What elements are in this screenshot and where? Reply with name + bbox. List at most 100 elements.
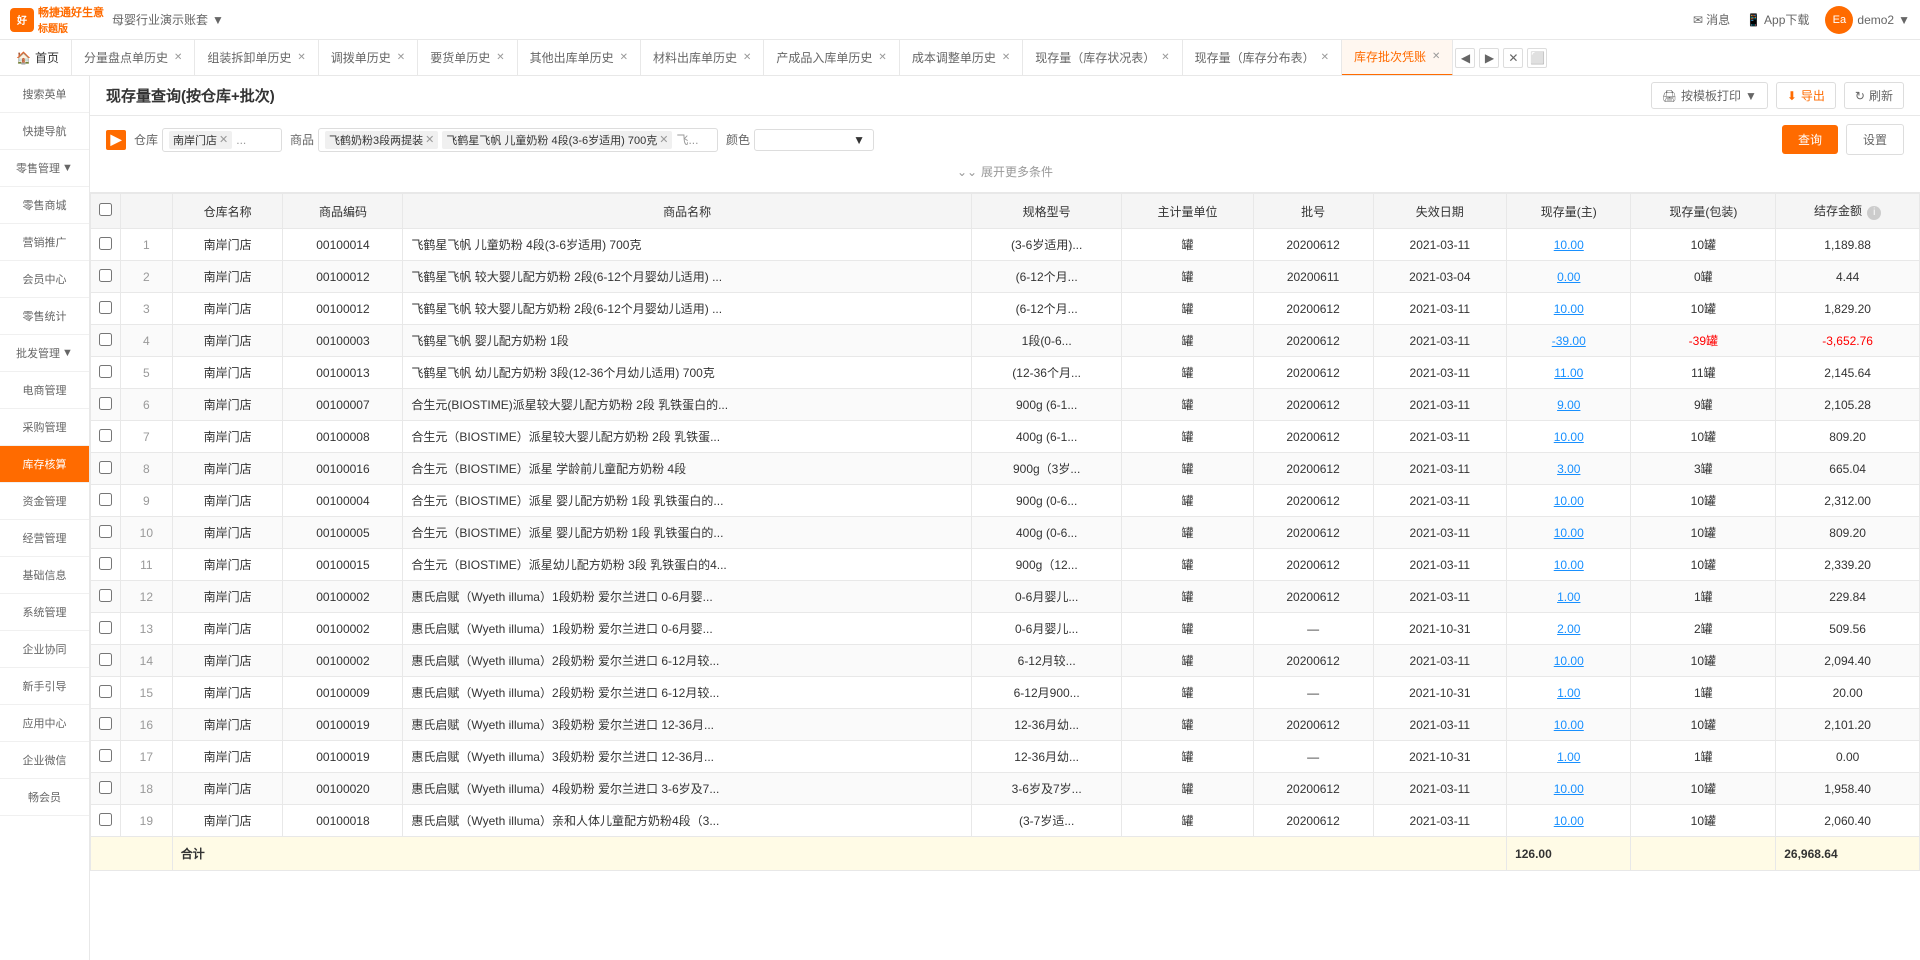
btn-query[interactable]: 查询 xyxy=(1782,125,1838,154)
cell-checkbox[interactable] xyxy=(91,325,121,357)
cell-stock-main[interactable]: 2.00 xyxy=(1507,613,1631,645)
sidebar-item-retail[interactable]: 零售管理 ▼ xyxy=(0,150,89,187)
sidebar-item-enterprise[interactable]: 企业协同 xyxy=(0,631,89,668)
tab-close-inventory-status[interactable]: ✕ xyxy=(1161,52,1169,63)
cell-stock-main[interactable]: 0.00 xyxy=(1507,261,1631,293)
tab-batch-voucher[interactable]: 库存批次凭账 ✕ xyxy=(1342,40,1453,76)
tab-home[interactable]: 🏠 首页 xyxy=(4,40,72,76)
cell-stock-main[interactable]: -39.00 xyxy=(1507,325,1631,357)
cell-checkbox[interactable] xyxy=(91,581,121,613)
tab-close-inventory-dist[interactable]: ✕ xyxy=(1321,52,1329,63)
sidebar-item-quick-nav[interactable]: 快捷导航 xyxy=(0,113,89,150)
tab-diao-bo[interactable]: 调拨单历史 ✕ xyxy=(319,40,418,76)
cell-stock-main[interactable]: 10.00 xyxy=(1507,645,1631,677)
sidebar-item-search[interactable]: 搜索英单 xyxy=(0,76,89,113)
btn-export[interactable]: ⬇ 导出 xyxy=(1776,82,1836,109)
sidebar-item-inventory[interactable]: 库存核算 xyxy=(0,446,89,483)
cell-stock-main[interactable]: 10.00 xyxy=(1507,549,1631,581)
cell-checkbox[interactable] xyxy=(91,613,121,645)
tab-cost-adjust[interactable]: 成本调整单历史 ✕ xyxy=(900,40,1023,76)
cell-checkbox[interactable] xyxy=(91,709,121,741)
app-download-link[interactable]: 📱 App下载 xyxy=(1746,11,1809,28)
tab-close-material-out[interactable]: ✕ xyxy=(743,52,751,63)
expand-more-conditions-btn[interactable]: ⌄⌄ 展开更多条件 xyxy=(957,159,1053,184)
tab-yao-huo[interactable]: 要货单历史 ✕ xyxy=(418,40,517,76)
filter-product-more[interactable]: 飞... xyxy=(676,131,698,148)
cell-checkbox[interactable] xyxy=(91,517,121,549)
tab-close-zu-zhuang[interactable]: ✕ xyxy=(297,52,305,63)
tab-other-out[interactable]: 其他出库单历史 ✕ xyxy=(518,40,641,76)
filter-warehouse-input[interactable]: 南岸门店 ✕ ... xyxy=(162,128,282,152)
cell-checkbox[interactable] xyxy=(91,293,121,325)
th-checkbox[interactable] xyxy=(91,194,121,229)
btn-settings[interactable]: 设置 xyxy=(1846,124,1904,155)
sidebar-item-enterprise-wechat[interactable]: 企业微信 xyxy=(0,742,89,779)
cell-stock-main[interactable]: 9.00 xyxy=(1507,389,1631,421)
closing-amount-info-icon[interactable]: i xyxy=(1867,206,1881,220)
cell-stock-main[interactable]: 11.00 xyxy=(1507,357,1631,389)
cell-stock-main[interactable]: 10.00 xyxy=(1507,229,1631,261)
cell-checkbox[interactable] xyxy=(91,741,121,773)
tab-zu-zhuang[interactable]: 组装拆卸单历史 ✕ xyxy=(195,40,318,76)
sidebar-item-system[interactable]: 系统管理 xyxy=(0,594,89,631)
tab-close-cost-adjust[interactable]: ✕ xyxy=(1002,52,1010,63)
cell-checkbox[interactable] xyxy=(91,261,121,293)
tab-close-yao-huo[interactable]: ✕ xyxy=(496,52,504,63)
sidebar-item-ops[interactable]: 经营管理 xyxy=(0,520,89,557)
tab-close-all[interactable]: ✕ xyxy=(1503,48,1523,68)
cell-stock-main[interactable]: 3.00 xyxy=(1507,453,1631,485)
tab-inventory-status[interactable]: 现存量（库存状况表） ✕ xyxy=(1023,40,1182,76)
select-all-checkbox[interactable] xyxy=(99,203,112,216)
btn-template-print[interactable]: 🖨 按模板打印 ▼ xyxy=(1651,82,1768,109)
cell-stock-main[interactable]: 10.00 xyxy=(1507,773,1631,805)
tab-maximize[interactable]: ⬜ xyxy=(1527,48,1547,68)
filter-warehouse-more[interactable]: ... xyxy=(236,133,246,147)
tab-nav-next[interactable]: ▶ xyxy=(1479,48,1499,68)
cell-checkbox[interactable] xyxy=(91,389,121,421)
filter-expand-btn[interactable]: ▶ xyxy=(106,130,126,150)
sidebar-item-app-center[interactable]: 应用中心 xyxy=(0,705,89,742)
tab-inventory-dist[interactable]: 现存量（库存分布表） ✕ xyxy=(1183,40,1342,76)
tab-product-in[interactable]: 产成品入库单历史 ✕ xyxy=(764,40,899,76)
sidebar-item-member[interactable]: 会员中心 xyxy=(0,261,89,298)
sidebar-item-newbie[interactable]: 新手引导 xyxy=(0,668,89,705)
filter-tag-close-product2[interactable]: ✕ xyxy=(659,133,668,146)
sidebar-item-member2[interactable]: 畅会员 xyxy=(0,779,89,816)
filter-color-select[interactable]: ▼ xyxy=(754,129,874,151)
cell-checkbox[interactable] xyxy=(91,453,121,485)
filter-tag-close-product1[interactable]: ✕ xyxy=(425,133,434,146)
tab-close-batch-voucher[interactable]: ✕ xyxy=(1432,51,1440,62)
sidebar-item-retail-store[interactable]: 零售商城 xyxy=(0,187,89,224)
cell-stock-main[interactable]: 10.00 xyxy=(1507,485,1631,517)
sidebar-item-marketing[interactable]: 营销推广 xyxy=(0,224,89,261)
sidebar-item-basic[interactable]: 基础信息 xyxy=(0,557,89,594)
filter-tag-close-nanang[interactable]: ✕ xyxy=(219,133,228,146)
messages-link[interactable]: ✉ 消息 xyxy=(1693,11,1730,28)
cell-stock-main[interactable]: 10.00 xyxy=(1507,709,1631,741)
cell-checkbox[interactable] xyxy=(91,645,121,677)
tab-fen-pan[interactable]: 分量盘点单历史 ✕ xyxy=(72,40,195,76)
tab-close-product-in[interactable]: ✕ xyxy=(878,52,886,63)
user-area[interactable]: Ea demo2 ▼ xyxy=(1825,6,1910,34)
tab-close-fen-pan[interactable]: ✕ xyxy=(174,52,182,63)
tab-nav-prev[interactable]: ◀ xyxy=(1455,48,1475,68)
sidebar-item-purchase[interactable]: 采购管理 xyxy=(0,409,89,446)
sidebar-item-ecom[interactable]: 电商管理 xyxy=(0,372,89,409)
cell-stock-main[interactable]: 10.00 xyxy=(1507,421,1631,453)
cell-checkbox[interactable] xyxy=(91,421,121,453)
btn-refresh[interactable]: ↻ 刷新 xyxy=(1844,82,1904,109)
cell-checkbox[interactable] xyxy=(91,549,121,581)
tab-close-diao-bo[interactable]: ✕ xyxy=(397,52,405,63)
cell-checkbox[interactable] xyxy=(91,677,121,709)
sidebar-item-retail-stat[interactable]: 零售统计 xyxy=(0,298,89,335)
cell-stock-main[interactable]: 10.00 xyxy=(1507,293,1631,325)
cell-stock-main[interactable]: 1.00 xyxy=(1507,581,1631,613)
cell-checkbox[interactable] xyxy=(91,773,121,805)
cell-checkbox[interactable] xyxy=(91,229,121,261)
cell-stock-main[interactable]: 10.00 xyxy=(1507,805,1631,837)
tab-material-out[interactable]: 材料出库单历史 ✕ xyxy=(641,40,764,76)
cell-stock-main[interactable]: 1.00 xyxy=(1507,741,1631,773)
cell-checkbox[interactable] xyxy=(91,805,121,837)
cell-stock-main[interactable]: 10.00 xyxy=(1507,517,1631,549)
cell-checkbox[interactable] xyxy=(91,357,121,389)
